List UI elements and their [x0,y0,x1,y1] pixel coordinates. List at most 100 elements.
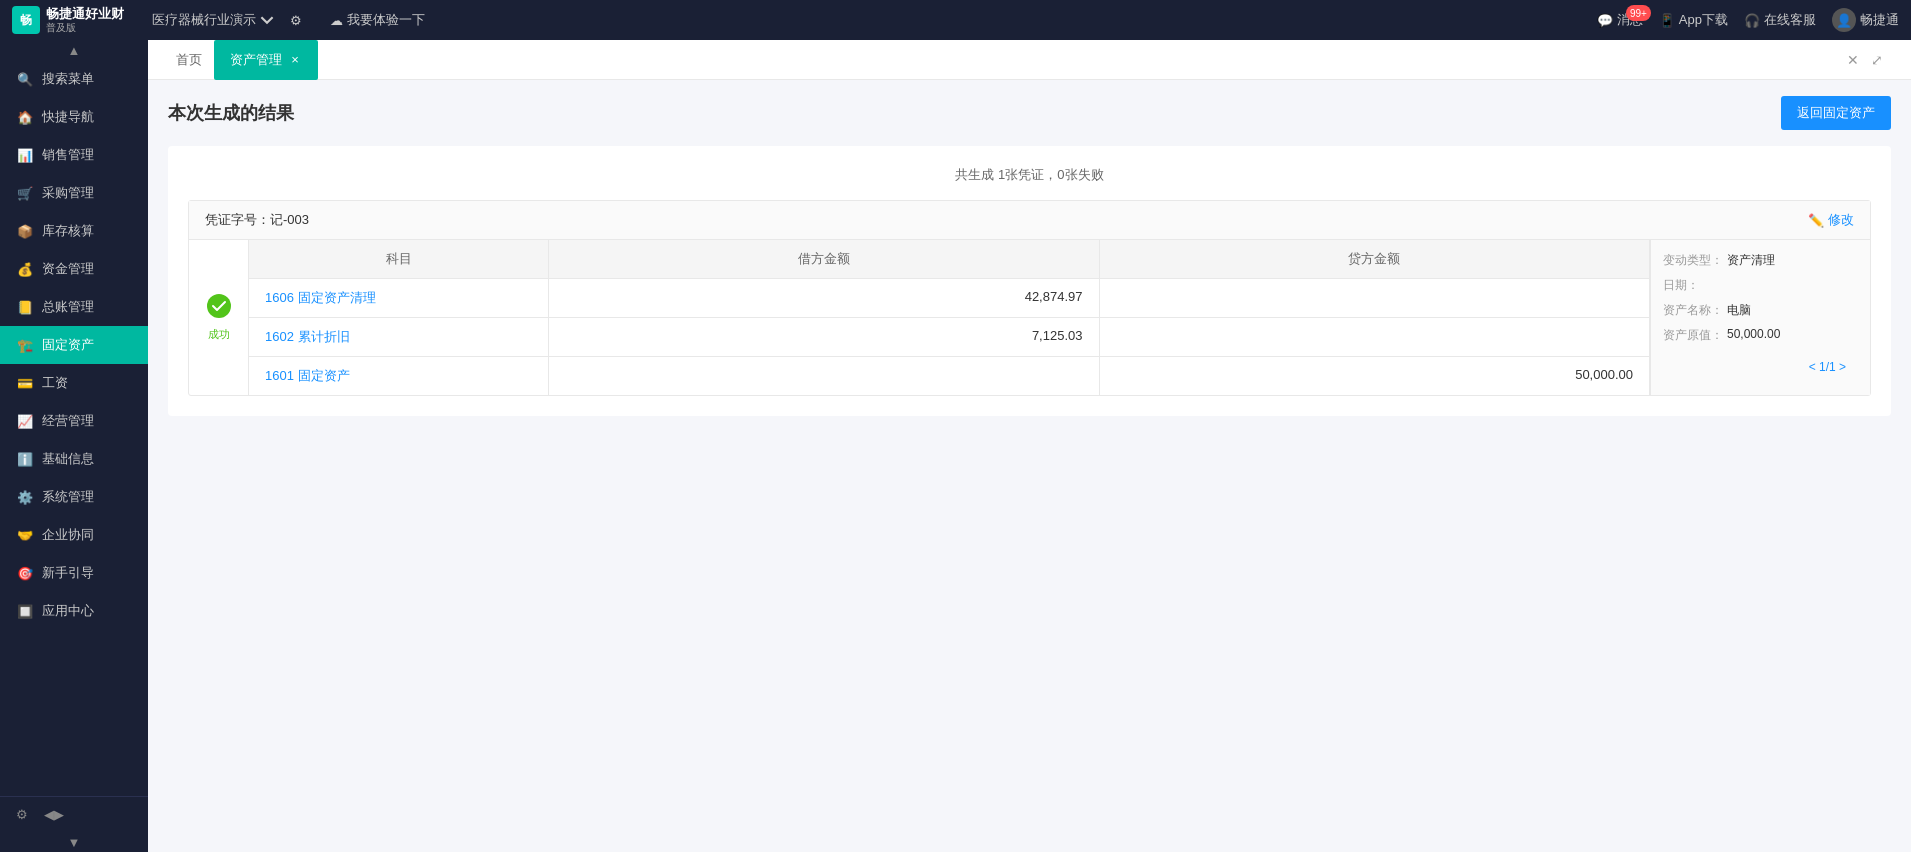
sidebar-item-sysmanage[interactable]: ⚙️ 系统管理 [0,478,148,516]
sidebar-item-enterprise[interactable]: 🤝 企业协同 [0,516,148,554]
home-icon: 🏠 [16,108,34,126]
customer-service-btn[interactable]: 🎧 在线客服 [1744,11,1816,29]
main: 首页 资产管理 × ✕ ⤢ 本次生成的结果 返回固定资产 共生成 1张凭证，0张… [148,40,1911,852]
header-credit: 贷方金额 [1100,240,1651,278]
sidebar-item-quicknav[interactable]: 🏠 快捷导航 [0,98,148,136]
asset-name-label: 资产名称： [1663,302,1723,319]
window-close-btn[interactable]: ✕ [1843,50,1863,70]
footer-settings-icon[interactable]: ⚙ [16,807,28,822]
change-type-label: 变动类型： [1663,252,1723,269]
sidebar-item-appcenter[interactable]: 🔲 应用中心 [0,592,148,630]
page-header: 本次生成的结果 返回固定资产 [168,96,1891,130]
row1-debit: 42,874.97 [549,279,1100,317]
header-account: 科目 [249,240,549,278]
sidebar-footer: ⚙ ◀▶ [0,796,148,832]
sidebar-item-inventory[interactable]: 📦 库存核算 [0,212,148,250]
side-info-panel: 变动类型： 资产清理 日期： 资产名称： 电脑 [1650,240,1870,395]
success-icon [206,293,232,325]
row3-credit: 50,000.00 [1100,357,1651,395]
inventory-icon: 📦 [16,222,34,240]
sidebar-item-payroll[interactable]: 💳 工资 [0,364,148,402]
row3-debit [549,357,1100,395]
messages-badge: 99+ [1626,5,1651,21]
search-icon: 🔍 [16,70,34,88]
tab-home[interactable]: 首页 [164,40,214,80]
tab-bar-right: ✕ ⤢ [1835,50,1895,70]
svg-point-0 [207,294,231,318]
sidebar-item-ledger[interactable]: 📒 总账管理 [0,288,148,326]
sidebar-item-guide[interactable]: 🎯 新手引导 [0,554,148,592]
change-type-row: 变动类型： 资产清理 [1663,252,1858,269]
sidebar-item-purchase[interactable]: 🛒 采购管理 [0,174,148,212]
tab-asset-management[interactable]: 资产管理 × [214,40,318,80]
sidebar: ▲ 🔍 搜索菜单 🏠 快捷导航 📊 销售管理 🛒 采购管理 📦 库存核算 💰 资… [0,40,148,852]
row2-credit [1100,318,1651,356]
voucher-header: 凭证字号：记-003 ✏️ 修改 [189,201,1870,240]
brand-icon: 畅 [12,6,40,34]
original-value-value: 50,000.00 [1727,327,1780,344]
header-debit: 借方金额 [549,240,1100,278]
appcenter-icon: 🔲 [16,602,34,620]
table-header: 科目 借方金额 贷方金额 [249,240,1650,278]
page-title: 本次生成的结果 [168,101,294,125]
sidebar-item-sales[interactable]: 📊 销售管理 [0,136,148,174]
layout: ▲ 🔍 搜索菜单 🏠 快捷导航 📊 销售管理 🛒 采购管理 📦 库存核算 💰 资… [0,40,1911,852]
result-summary: 共生成 1张凭证，0张失败 [188,166,1871,184]
ledger-icon: 📒 [16,298,34,316]
row2-account[interactable]: 1602 累计折旧 [249,318,549,356]
sidebar-item-basicinfo[interactable]: ℹ️ 基础信息 [0,440,148,478]
settings-icon[interactable]: ⚙ [290,13,302,28]
brand: 畅 畅捷通好业财 普及版 [12,6,124,34]
voucher-card: 凭证字号：记-003 ✏️ 修改 [188,200,1871,396]
topbar: 畅 畅捷通好业财 普及版 医疗器械行业演示 ⚙ ☁ 我要体验一下 💬 消息 99… [0,0,1911,40]
date-row: 日期： [1663,277,1858,294]
user-menu[interactable]: 👤 畅捷通 [1832,8,1899,32]
brand-text: 畅捷通好业财 普及版 [46,6,124,34]
footer-toggle-icon[interactable]: ◀▶ [44,807,64,822]
edit-icon: ✏️ [1808,213,1824,228]
table-row: 1601 固定资产 50,000.00 [249,356,1650,395]
pagination: < 1/1 > [1663,352,1858,382]
voucher-number: 凭证字号：记-003 [205,211,309,229]
purchase-icon: 🛒 [16,184,34,202]
pagination-text[interactable]: < 1/1 > [1809,360,1846,374]
sidebar-item-search[interactable]: 🔍 搜索菜单 [0,60,148,98]
edit-button[interactable]: ✏️ 修改 [1808,211,1854,229]
sidebar-item-fixedasset[interactable]: 🏗️ 固定资产 [0,326,148,364]
tabbar: 首页 资产管理 × ✕ ⤢ [148,40,1911,80]
tab-close-icon[interactable]: × [288,53,302,67]
status-column: 成功 [189,240,249,395]
row1-credit [1100,279,1651,317]
sidebar-item-capital[interactable]: 💰 资金管理 [0,250,148,288]
experience-btn[interactable]: ☁ 我要体验一下 [330,11,425,29]
fixedasset-icon: 🏗️ [16,336,34,354]
change-type-value: 资产清理 [1727,252,1775,269]
date-label: 日期： [1663,277,1699,294]
original-value-label: 资产原值： [1663,327,1723,344]
messages-btn[interactable]: 💬 消息 99+ [1597,11,1643,29]
sales-icon: 📊 [16,146,34,164]
content: 本次生成的结果 返回固定资产 共生成 1张凭证，0张失败 凭证字号：记-003 … [148,80,1911,852]
sidebar-scroll-up[interactable]: ▲ [0,40,148,60]
company-selector[interactable]: 医疗器械行业演示 [152,11,274,29]
row1-account[interactable]: 1606 固定资产清理 [249,279,549,317]
chevron-down-icon [260,13,274,27]
enterprise-icon: 🤝 [16,526,34,544]
row2-debit: 7,125.03 [549,318,1100,356]
sidebar-item-management[interactable]: 📈 经营管理 [0,402,148,440]
return-button[interactable]: 返回固定资产 [1781,96,1891,130]
sidebar-scroll-down[interactable]: ▼ [0,832,148,852]
table-row: 1606 固定资产清理 42,874.97 [249,278,1650,317]
window-expand-btn[interactable]: ⤢ [1867,50,1887,70]
basicinfo-icon: ℹ️ [16,450,34,468]
result-panel: 共生成 1张凭证，0张失败 凭证字号：记-003 ✏️ 修改 [168,146,1891,416]
sysmanage-icon: ⚙️ [16,488,34,506]
app-download-btn[interactable]: 📱 App下载 [1659,11,1728,29]
asset-name-value: 电脑 [1727,302,1751,319]
row3-account[interactable]: 1601 固定资产 [249,357,549,395]
success-indicator: 成功 [196,283,242,352]
window-controls: ✕ ⤢ [1835,50,1895,70]
avatar: 👤 [1832,8,1856,32]
guide-icon: 🎯 [16,564,34,582]
topbar-right: 💬 消息 99+ 📱 App下载 🎧 在线客服 👤 畅捷通 [1597,8,1899,32]
